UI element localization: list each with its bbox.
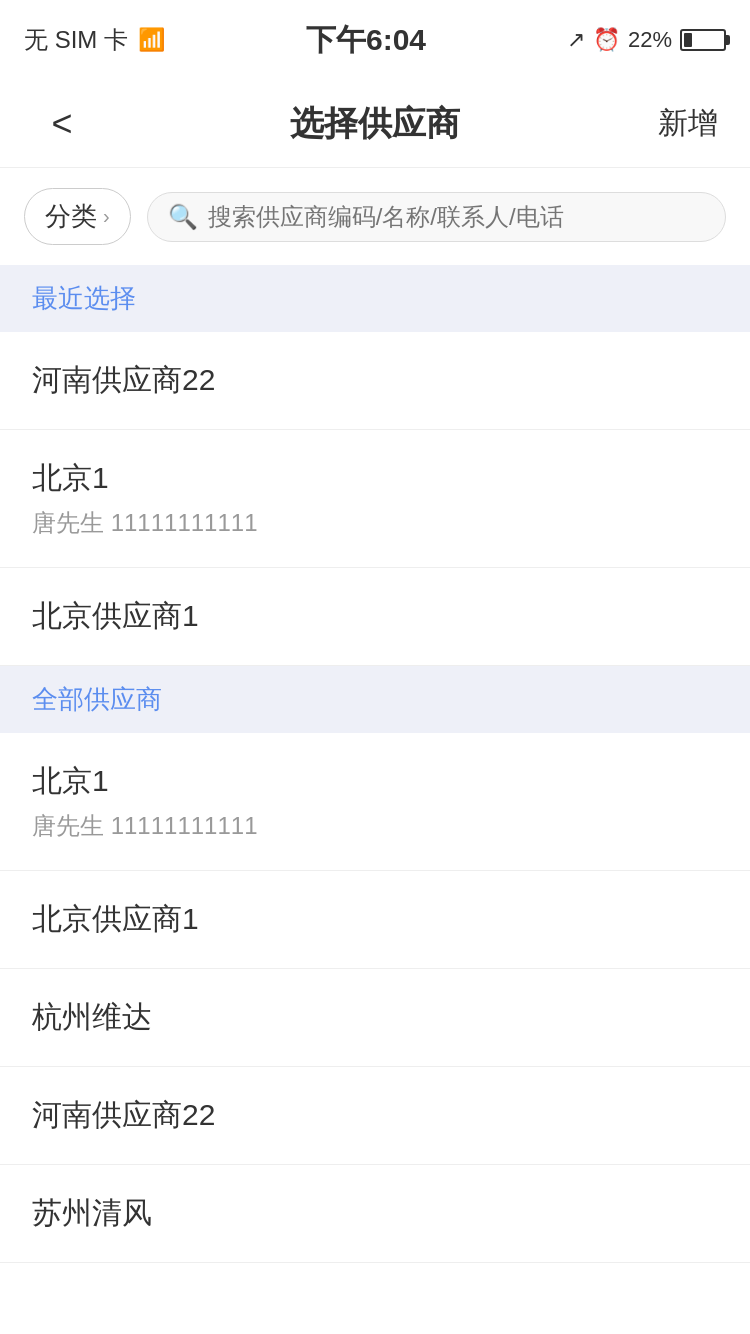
battery-percent: 22% (628, 27, 672, 53)
status-bar: 无 SIM 卡 📶 下午6:04 ↗ ⏰ 22% (0, 0, 750, 80)
status-time: 下午6:04 (306, 20, 426, 61)
list-item[interactable]: 北京供应商1 (0, 871, 750, 969)
item-name: 杭州维达 (32, 997, 718, 1038)
category-button[interactable]: 分类 › (24, 188, 131, 245)
category-label: 分类 (45, 199, 97, 234)
list-item[interactable]: 河南供应商22 (0, 332, 750, 430)
search-icon: 🔍 (168, 203, 198, 231)
item-name: 北京供应商1 (32, 596, 718, 637)
nav-bar: < 选择供应商 新增 (0, 80, 750, 168)
item-sub: 唐先生 11111111111 (32, 507, 718, 539)
status-right: ↗ ⏰ 22% (567, 27, 726, 53)
list-item[interactable]: 北京1 唐先生 11111111111 (0, 733, 750, 871)
search-input[interactable] (208, 203, 705, 231)
alarm-icon: ⏰ (593, 27, 620, 53)
item-name: 北京1 (32, 458, 718, 499)
recent-list: 河南供应商22 北京1 唐先生 11111111111 北京供应商1 (0, 332, 750, 666)
all-list: 北京1 唐先生 11111111111 北京供应商1 杭州维达河南供应商22 苏州清风 (0, 733, 750, 1263)
list-item[interactable]: 杭州维达 (0, 969, 750, 1067)
list-item[interactable]: 北京1 唐先生 11111111111 (0, 430, 750, 568)
sim-text: 无 SIM 卡 (24, 24, 128, 56)
list-item[interactable]: 河南供应商22 (0, 1067, 750, 1165)
search-input-wrapper[interactable]: 🔍 (147, 192, 726, 242)
item-sub: 唐先生 11111111111 (32, 810, 718, 842)
item-name: 河南供应商22 (32, 360, 718, 401)
item-name: 苏州清风 (32, 1193, 718, 1234)
new-action-button[interactable]: 新增 (658, 103, 718, 144)
recent-section-header: 最近选择 (0, 265, 750, 332)
battery-icon (680, 29, 726, 51)
list-item[interactable]: 北京供应商1 (0, 568, 750, 666)
all-section-header: 全部供应商 (0, 666, 750, 733)
item-name: 北京1 (32, 761, 718, 802)
nav-title: 选择供应商 (290, 101, 460, 147)
wifi-icon: 📶 (138, 27, 165, 53)
item-name: 北京供应商1 (32, 899, 718, 940)
item-name: 河南供应商22 (32, 1095, 718, 1136)
list-item[interactable]: 苏州清风 (0, 1165, 750, 1263)
recent-section-label: 最近选择 (32, 283, 136, 313)
back-button[interactable]: < (32, 103, 92, 145)
search-area: 分类 › 🔍 (0, 168, 750, 265)
chevron-right-icon: › (103, 205, 110, 228)
all-section-label: 全部供应商 (32, 684, 162, 714)
status-left: 无 SIM 卡 📶 (24, 24, 165, 56)
location-icon: ↗ (567, 27, 585, 53)
